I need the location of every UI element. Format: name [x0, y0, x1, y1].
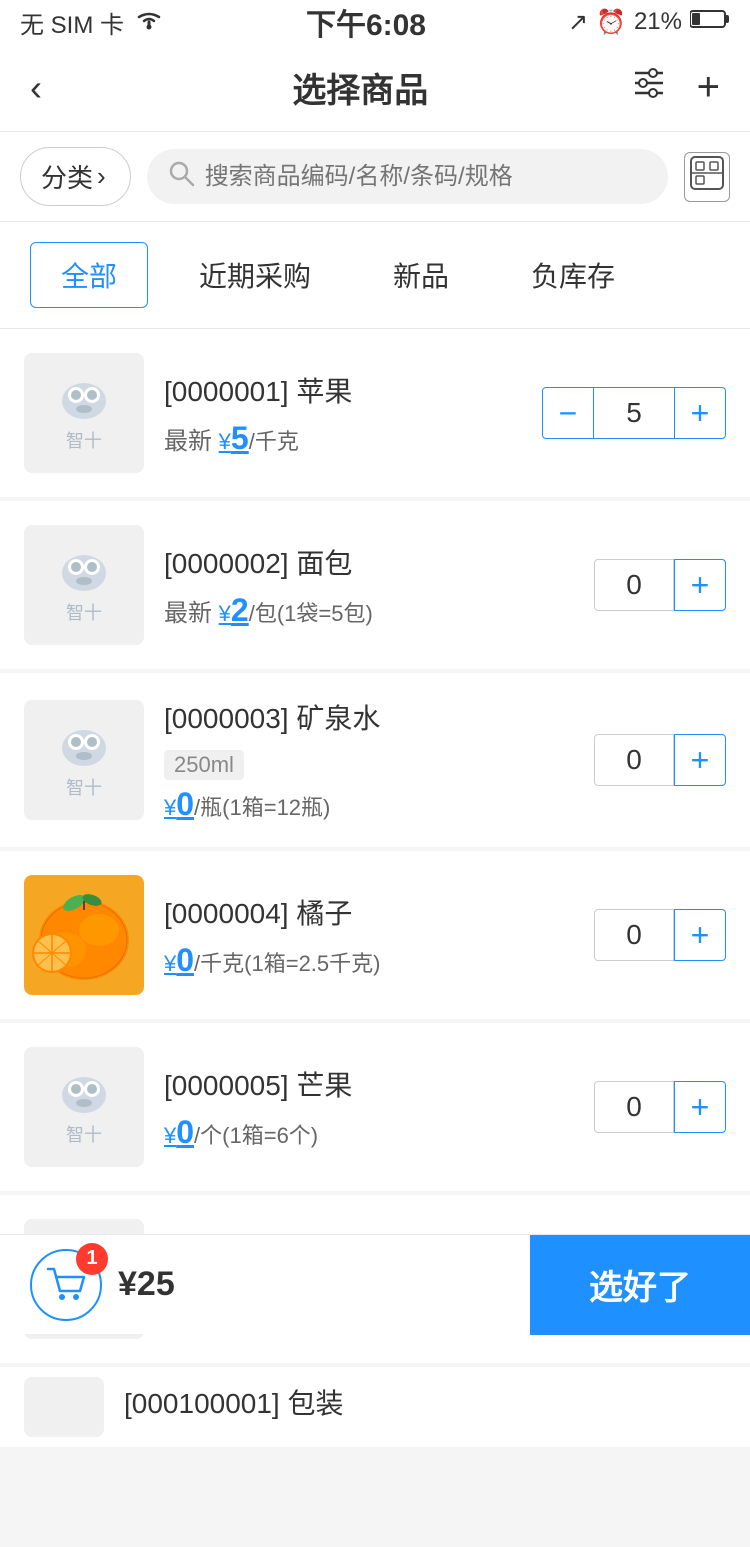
table-row: [000100001] 包装 [0, 1367, 750, 1447]
scan-icon[interactable] [684, 152, 730, 202]
product-info-5: [0000005] 芒果 ¥0/个(1箱=6个) [164, 1064, 574, 1151]
table-row: 智十 [0000005] 芒果 ¥0/个(1箱=6个) + [0, 1023, 750, 1191]
tab-all[interactable]: 全部 [30, 242, 148, 308]
product-name-4: [0000004] 橘子 [164, 892, 574, 932]
bottom-bar: 1 ¥25 选好了 [0, 1234, 750, 1334]
product-list: 智十 [0000001] 苹果 最新 ¥5/千克 − + [0, 329, 750, 1547]
confirm-button[interactable]: 选好了 [530, 1235, 750, 1335]
carrier-text: 无 SIM 卡 [20, 5, 124, 40]
product-price-1: 最新 ¥5/千克 [164, 420, 522, 457]
qty-plus-button-5[interactable]: + [674, 1081, 726, 1133]
battery-icon [690, 8, 730, 37]
nav-actions: + [631, 65, 720, 110]
product-name-1: [0000001] 苹果 [164, 370, 522, 410]
alarm-icon: ⏰ [596, 8, 626, 37]
category-label: 分类 [41, 158, 93, 195]
product-price-5: ¥0/个(1箱=6个) [164, 1114, 574, 1151]
table-row: 智十 [0000001] 苹果 最新 ¥5/千克 − + [0, 329, 750, 497]
qty-control-5: + [594, 1081, 726, 1133]
search-input[interactable] [205, 163, 648, 191]
filter-icon[interactable] [631, 65, 667, 110]
product-image-2: 智十 [24, 525, 144, 645]
product-info-1: [0000001] 苹果 最新 ¥5/千克 [164, 370, 522, 457]
product-name-2: [0000002] 面包 [164, 542, 574, 582]
tab-recent[interactable]: 近期采购 [168, 242, 342, 308]
product-image-5: 智十 [24, 1047, 144, 1167]
status-bar: 无 SIM 卡 下午6:08 ↗ ⏰ 21% [0, 0, 750, 44]
bottom-spacer [0, 1447, 750, 1547]
location-icon: ↗ [568, 8, 588, 37]
product-info-4: [0000004] 橘子 ¥0/千克(1箱=2.5千克) [164, 892, 574, 979]
category-button[interactable]: 分类 › [20, 147, 131, 206]
qty-minus-button-1[interactable]: − [542, 387, 594, 439]
back-button[interactable]: ‹ [30, 67, 90, 109]
product-info-7: [000100001] 包装 [124, 1382, 726, 1432]
product-info-2: [0000002] 面包 最新 ¥2/包(1袋=5包) [164, 542, 574, 629]
qty-input-1[interactable] [594, 387, 674, 439]
page-title: 选择商品 [292, 63, 428, 112]
product-price-2: 最新 ¥2/包(1袋=5包) [164, 592, 574, 629]
product-price-4: ¥0/千克(1箱=2.5千克) [164, 942, 574, 979]
tabs-bar: 全部 近期采购 新品 负库存 [0, 222, 750, 329]
product-price-3: ¥0/瓶(1箱=12瓶) [164, 786, 574, 823]
qty-control-2: + [594, 559, 726, 611]
status-time: 下午6:08 [306, 0, 426, 44]
cart-icon-button[interactable]: 1 [30, 1249, 102, 1321]
qty-plus-button-1[interactable]: + [674, 387, 726, 439]
qty-control-4: + [594, 909, 726, 961]
qty-plus-button-2[interactable]: + [674, 559, 726, 611]
filter-bar: 分类 › [0, 132, 750, 222]
product-image-3: 智十 [24, 700, 144, 820]
product-info-3: [0000003] 矿泉水 250ml ¥0/瓶(1箱=12瓶) [164, 697, 574, 823]
wifi-icon [134, 8, 164, 37]
product-image-7 [24, 1377, 104, 1437]
table-row: [0000004] 橘子 ¥0/千克(1箱=2.5千克) + [0, 851, 750, 1019]
product-image-4 [24, 875, 144, 995]
product-name-3: [0000003] 矿泉水 [164, 697, 574, 737]
cart-badge: 1 [76, 1243, 108, 1275]
tab-new[interactable]: 新品 [362, 242, 480, 308]
qty-control-3: + [594, 734, 726, 786]
nav-bar: ‹ 选择商品 + [0, 44, 750, 132]
qty-input-2[interactable] [594, 559, 674, 611]
cart-section: 1 ¥25 [0, 1249, 530, 1321]
tab-negative-stock[interactable]: 负库存 [500, 242, 646, 308]
add-product-button[interactable]: + [697, 65, 720, 110]
product-name-7: [000100001] 包装 [124, 1382, 726, 1422]
search-box [147, 149, 668, 204]
battery-text: 21% [634, 8, 682, 36]
qty-input-5[interactable] [594, 1081, 674, 1133]
status-right: ↗ ⏰ 21% [568, 8, 730, 37]
search-icon [167, 159, 195, 194]
qty-control-1: − + [542, 387, 726, 439]
cart-total: ¥25 [118, 1265, 175, 1304]
table-row: 智十 [0000002] 面包 最新 ¥2/包(1袋=5包) + [0, 501, 750, 669]
qty-plus-button-3[interactable]: + [674, 734, 726, 786]
qty-input-3[interactable] [594, 734, 674, 786]
status-left: 无 SIM 卡 [20, 5, 164, 40]
product-image-1: 智十 [24, 353, 144, 473]
product-spec-3: 250ml [164, 750, 244, 780]
category-chevron: › [97, 161, 106, 192]
qty-input-4[interactable] [594, 909, 674, 961]
qty-plus-button-4[interactable]: + [674, 909, 726, 961]
table-row: 智十 [0000003] 矿泉水 250ml ¥0/瓶(1箱=12瓶) + [0, 673, 750, 847]
product-name-5: [0000005] 芒果 [164, 1064, 574, 1104]
